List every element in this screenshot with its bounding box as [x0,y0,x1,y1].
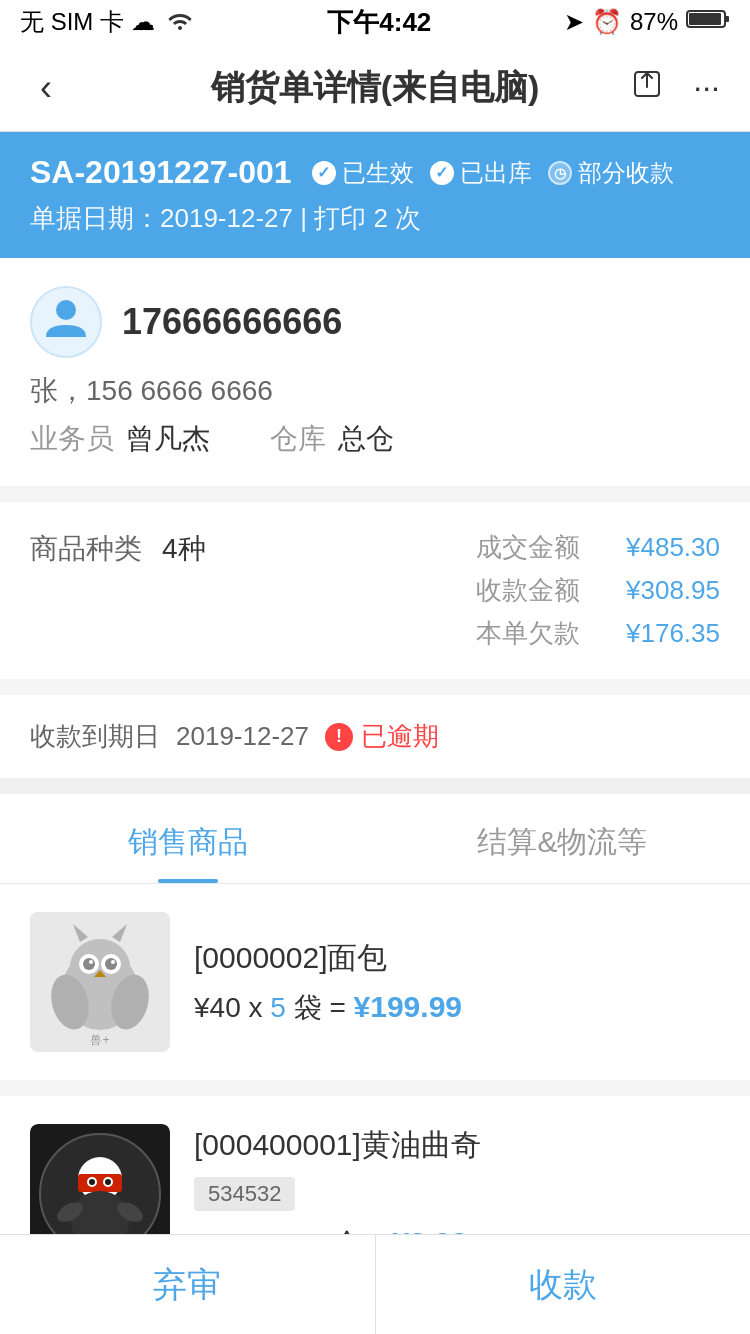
transaction-amount-row: 成交金额 ¥485.30 [476,530,720,565]
received-amount-row: 收款金额 ¥308.95 [476,573,720,608]
badge-shipped: ✓ 已出库 [430,157,532,189]
due-date: 2019-12-27 [176,721,309,752]
clock-icon: ◷ [548,161,572,185]
overdue-icon: ! [325,723,353,751]
product-category-stats: 商品种类 4种 [30,530,206,568]
check-icon-2: ✓ [430,161,454,185]
overdue-badge: ! 已逾期 [325,719,439,754]
share-icon[interactable] [631,68,663,108]
customer-section: 17666666666 张，156 6666 6666 业务员 曾凡杰 仓库 总… [0,258,750,486]
unit-1: 袋 [294,992,322,1023]
unit-price-1: ¥40 [194,992,241,1023]
total-1: ¥199.99 [354,990,462,1023]
due-label: 收款到期日 [30,719,160,754]
svg-point-13 [105,958,117,970]
avatar-icon [41,292,91,352]
product-price-1: ¥40 x 5 袋 = ¥199.99 [194,989,720,1027]
more-icon[interactable]: ··· [693,69,720,106]
nav-actions: ··· [631,68,720,108]
owed-value: ¥176.35 [600,618,720,649]
status-bar: 无 SIM 卡 ☁ 下午4:42 ➤ ⏰ 87% [0,0,750,44]
collect-payment-button[interactable]: 收款 [376,1235,751,1334]
product-sku-2: 534532 [194,1177,295,1211]
category-label: 商品种类 [30,530,142,568]
customer-phone-display[interactable]: 17666666666 [122,301,342,343]
order-meta: 单据日期：2019-12-27 | 打印 2 次 [30,201,720,236]
tabs-section: 销售商品 结算&物流等 [0,794,750,884]
status-right: ➤ ⏰ 87% [564,8,730,36]
svg-point-27 [105,1179,111,1185]
warehouse-item: 仓库 总仓 [270,420,394,458]
salesperson-item: 业务员 曾凡杰 [30,420,210,458]
product-name-1: [0000002]面包 [194,938,720,979]
salesperson-value: 曾凡杰 [126,420,210,458]
tab-settlement[interactable]: 结算&物流等 [375,794,750,883]
avatar [30,286,102,358]
product-image-1: 兽+ [30,912,170,1052]
order-badges: ✓ 已生效 ✓ 已出库 ◷ 部分收款 [312,157,674,189]
tab-sales-products[interactable]: 销售商品 [0,794,375,883]
badge-effective: ✓ 已生效 [312,157,414,189]
product-name-2: [000400001]黄油曲奇 [194,1125,720,1166]
svg-text:兽+: 兽+ [90,1033,109,1047]
svg-rect-23 [78,1174,122,1192]
equals-1: = [329,992,353,1023]
warehouse-label: 仓库 [270,420,326,458]
svg-rect-2 [689,13,721,25]
svg-point-12 [83,958,95,970]
transaction-value: ¥485.30 [600,532,720,563]
battery-level: 87% [630,8,678,36]
back-button[interactable]: ‹ [30,57,62,119]
badge-partial: ◷ 部分收款 [548,157,674,189]
owed-label: 本单欠款 [476,616,580,651]
customer-details: 业务员 曾凡杰 仓库 总仓 [30,420,720,458]
multiply-symbol-1: x [249,992,271,1023]
svg-point-26 [89,1179,95,1185]
wifi-icon [165,8,195,36]
location-icon: ➤ [564,8,584,36]
svg-rect-1 [725,16,729,22]
quantity-1: 5 [270,992,286,1023]
product-info-1: [0000002]面包 ¥40 x 5 袋 = ¥199.99 [194,938,720,1027]
check-icon-1: ✓ [312,161,336,185]
battery-icon [686,8,730,36]
stats-section: 商品种类 4种 成交金额 ¥485.30 收款金额 ¥308.95 本单欠款 ¥… [0,502,750,679]
received-label: 收款金额 [476,573,580,608]
transaction-label: 成交金额 [476,530,580,565]
svg-point-4 [56,300,76,320]
order-id: SA-20191227-001 [30,154,292,191]
owed-amount-row: 本单欠款 ¥176.35 [476,616,720,651]
received-value: ¥308.95 [600,575,720,606]
order-header: SA-20191227-001 ✓ 已生效 ✓ 已出库 ◷ 部分收款 单据日期：… [0,132,750,258]
customer-name-phone: 张，156 6666 6666 [30,372,720,410]
list-item: 兽+ [0000002]面包 ¥40 x 5 袋 = ¥199.99 [0,884,750,1080]
status-time: 下午4:42 [327,5,431,40]
bottom-bar: 弃审 收款 [0,1234,750,1334]
due-date-section: 收款到期日 2019-12-27 ! 已逾期 [0,695,750,778]
svg-point-15 [111,960,115,964]
cancel-review-button[interactable]: 弃审 [0,1235,376,1334]
nav-bar: ‹ 销货单详情(来自电脑) ··· [0,44,750,132]
warehouse-value: 总仓 [338,420,394,458]
alarm-icon: ⏰ [592,8,622,36]
salesperson-label: 业务员 [30,420,114,458]
financial-stats: 成交金额 ¥485.30 收款金额 ¥308.95 本单欠款 ¥176.35 [476,530,720,651]
page-title: 销货单详情(来自电脑) [211,65,540,111]
overdue-text: 已逾期 [361,719,439,754]
product-list: 兽+ [0000002]面包 ¥40 x 5 袋 = ¥199.99 [0,884,750,1292]
status-left: 无 SIM 卡 ☁ [20,6,195,38]
section-divider [0,778,750,794]
category-count: 4种 [162,530,206,568]
sim-status: 无 SIM 卡 ☁ [20,6,155,38]
svg-point-14 [89,960,93,964]
